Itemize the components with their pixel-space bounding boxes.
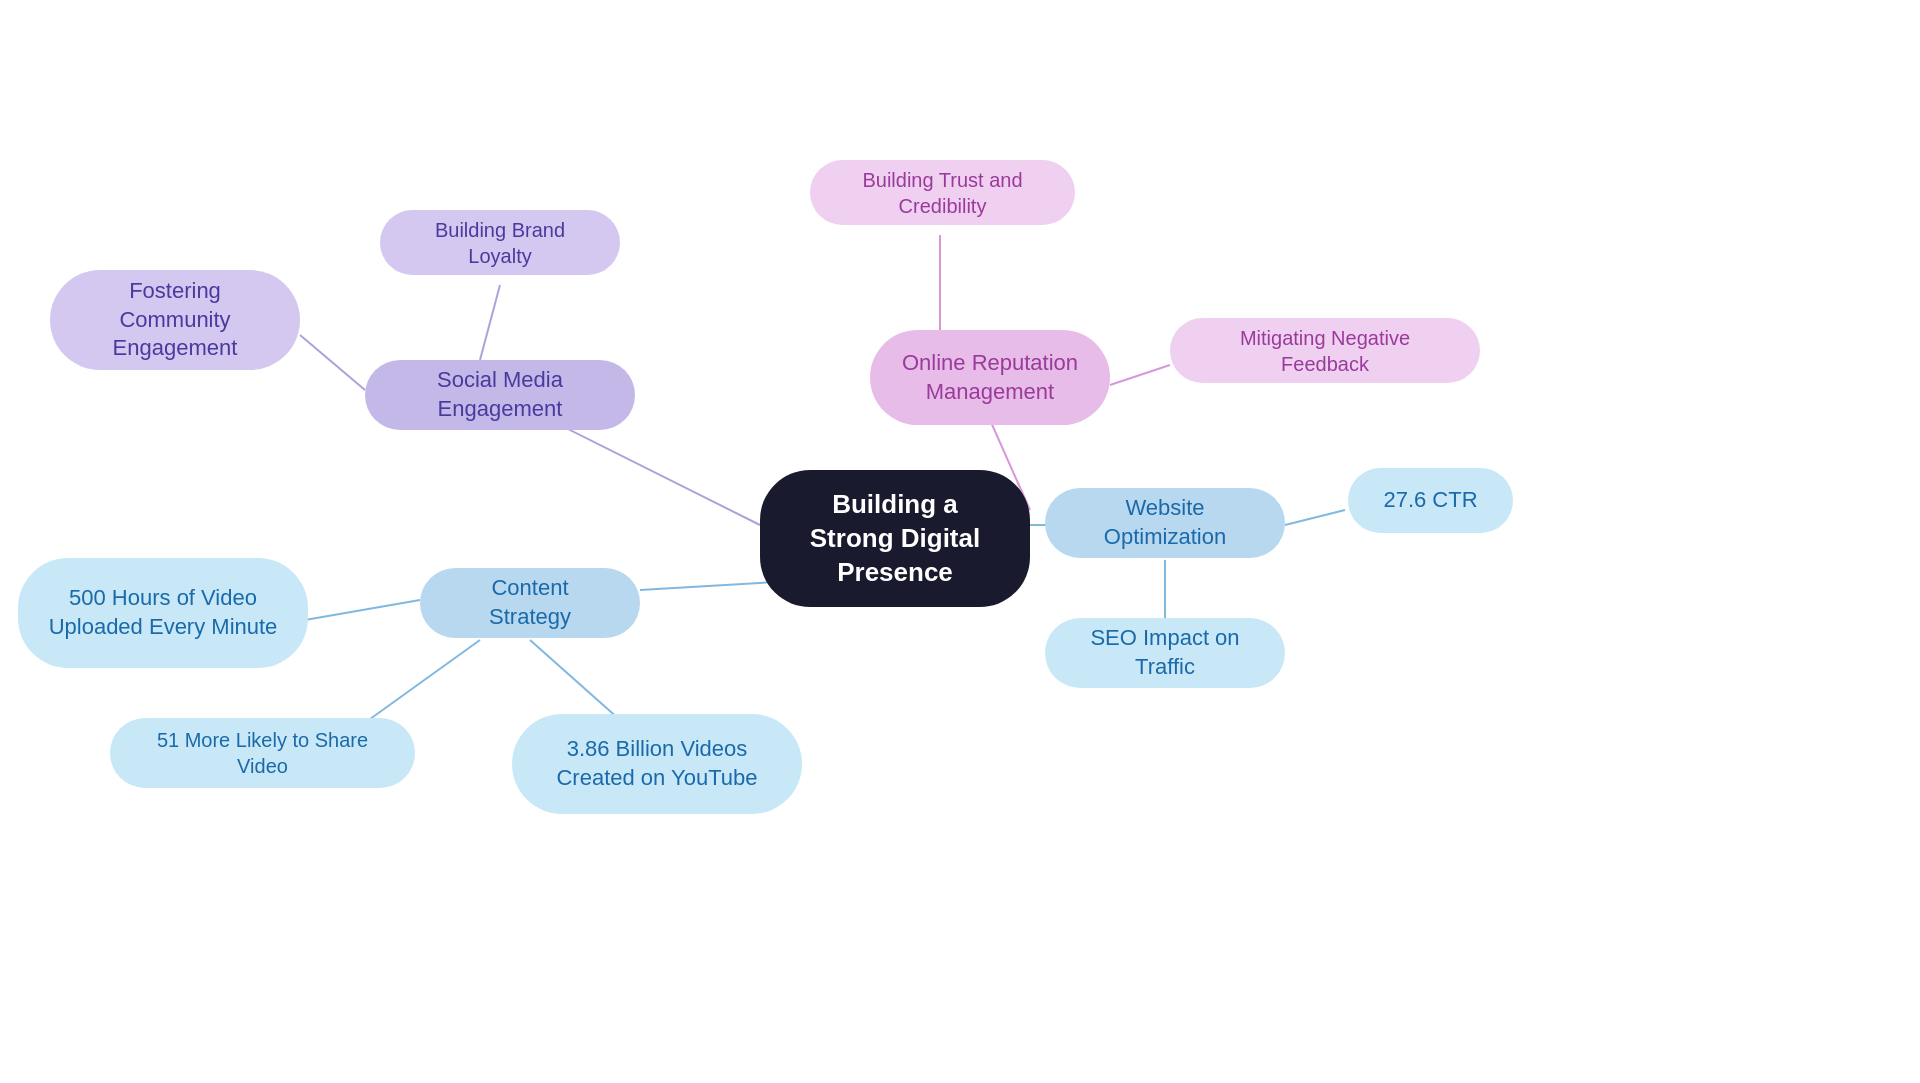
svg-line-2 <box>300 335 365 390</box>
brand-loyalty-node: Building Brand Loyalty <box>380 210 620 275</box>
mindmap-container: Building a Strong Digital Presence Socia… <box>0 0 1920 1083</box>
negative-feedback-node: Mitigating Negative Feedback <box>1170 318 1480 383</box>
trust-node: Building Trust and Credibility <box>810 160 1075 225</box>
reputation-node: Online Reputation Management <box>870 330 1110 425</box>
svg-line-7 <box>305 600 420 620</box>
community-node: Fostering Community Engagement <box>50 270 300 370</box>
ctr-node: 27.6 CTR <box>1348 468 1513 533</box>
upload-node: 500 Hours of Video Uploaded Every Minute <box>18 558 308 668</box>
center-node: Building a Strong Digital Presence <box>760 470 1030 607</box>
website-node: Website Optimization <box>1045 488 1285 558</box>
svg-line-11 <box>1285 510 1345 525</box>
social-media-node: Social Media Engagement <box>365 360 635 430</box>
youtube-node: 3.86 Billion Videos Created on YouTube <box>512 714 802 814</box>
share-node: 51 More Likely to Share Video <box>110 718 415 788</box>
svg-line-1 <box>480 285 500 360</box>
svg-line-9 <box>530 640 620 720</box>
svg-line-5 <box>1110 365 1170 385</box>
seo-node: SEO Impact on Traffic <box>1045 618 1285 688</box>
content-strategy-node: Content Strategy <box>420 568 640 638</box>
